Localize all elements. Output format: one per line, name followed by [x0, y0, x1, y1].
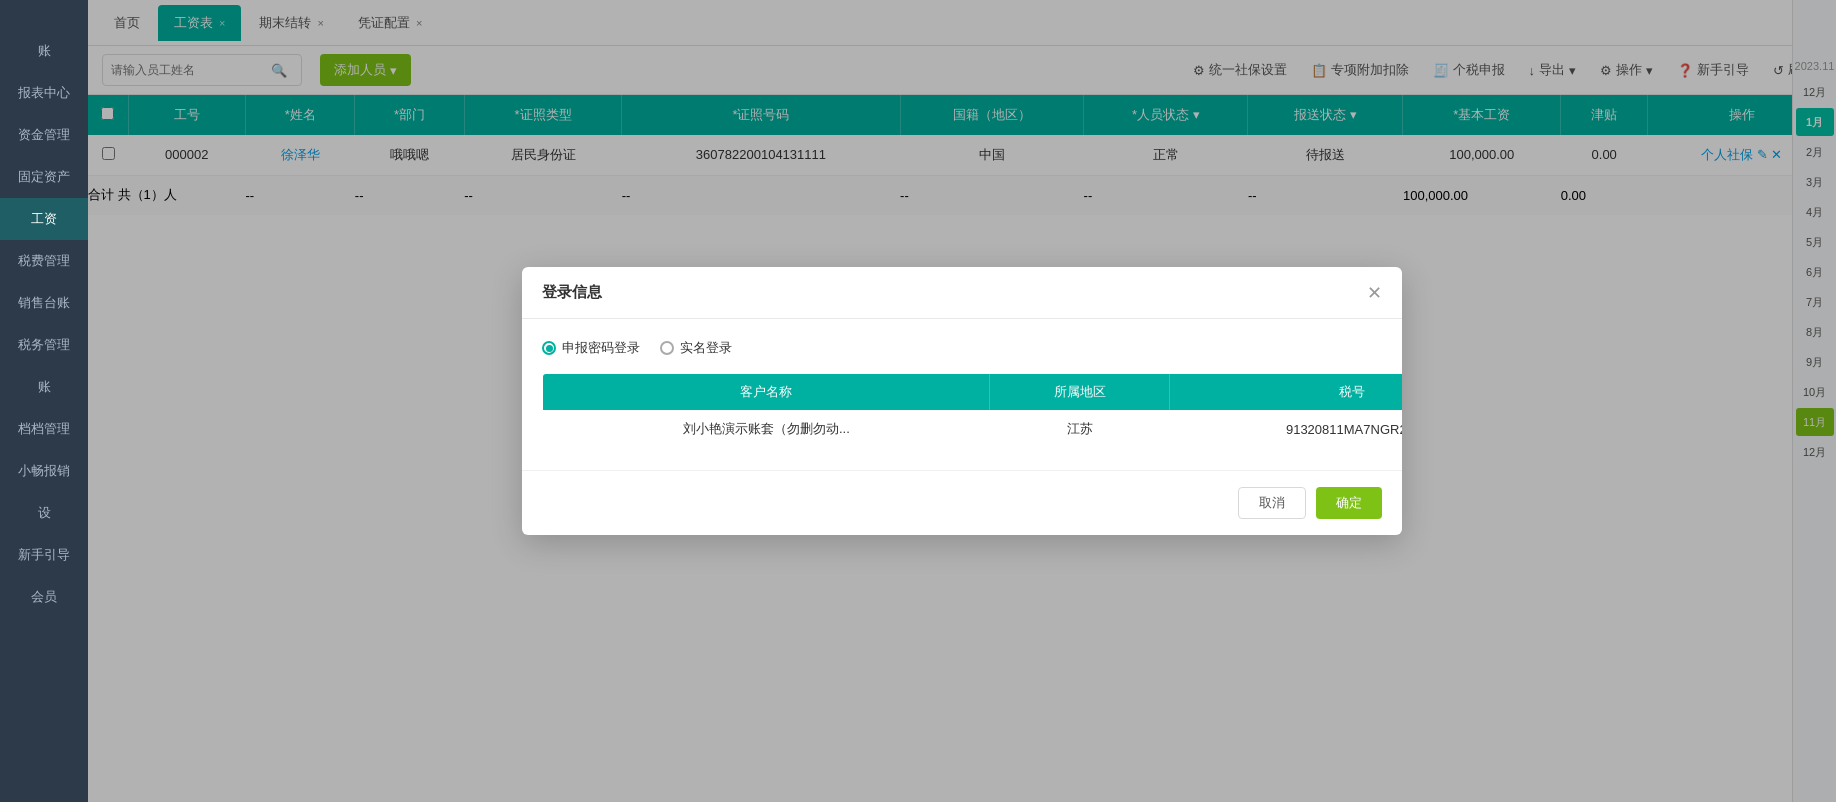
inner-col-taxno: 税号 [1170, 374, 1402, 410]
modal-footer: 取消 确定 [522, 470, 1402, 535]
modal-overlay: 登录信息 ✕ 申报密码登录 实名登录 客户名称 所属 [88, 0, 1836, 802]
radio-password-indicator [542, 341, 556, 355]
inner-cell-name: 刘小艳演示账套（勿删勿动... [543, 410, 990, 450]
inner-cell-region: 江苏 [990, 410, 1170, 450]
sidebar-item-sales[interactable]: 销售台账 [0, 282, 88, 324]
client-table: 客户名称 所属地区 税号 个税密码 刘小艳演示账套（勿删勿动... 江苏 913… [542, 373, 1402, 450]
sidebar-item-file[interactable]: 档档管理 [0, 408, 88, 450]
sidebar-item-expense[interactable]: 小畅报销 [0, 450, 88, 492]
sidebar: 账 报表中心 资金管理 固定资产 工资 税费管理 销售台账 税务管理 账 档档管… [0, 0, 88, 802]
sidebar-item-taxfee[interactable]: 税费管理 [0, 240, 88, 282]
sidebar-item-salary[interactable]: 工资 [0, 198, 88, 240]
modal-body: 申报密码登录 实名登录 客户名称 所属地区 税号 个税密码 [522, 319, 1402, 470]
inner-col-region: 所属地区 [990, 374, 1170, 410]
radio-realname-label: 实名登录 [680, 339, 732, 357]
sidebar-item-report[interactable]: 报表中心 [0, 72, 88, 114]
sidebar-item-ledger[interactable]: 账 [0, 366, 88, 408]
inner-table-row: 刘小艳演示账套（勿删勿动... 江苏 91320811MA7NGR2... [543, 410, 1403, 450]
modal-close-button[interactable]: ✕ [1367, 284, 1382, 302]
radio-realname-login[interactable]: 实名登录 [660, 339, 732, 357]
sidebar-item-settings[interactable]: 设 [0, 492, 88, 534]
radio-password-login[interactable]: 申报密码登录 [542, 339, 640, 357]
sidebar-item-assets[interactable]: 固定资产 [0, 156, 88, 198]
cancel-button[interactable]: 取消 [1238, 487, 1306, 519]
inner-cell-taxno: 91320811MA7NGR2... [1170, 410, 1402, 450]
modal-header: 登录信息 ✕ [522, 267, 1402, 319]
sidebar-item-taxadmin[interactable]: 税务管理 [0, 324, 88, 366]
sidebar-item-member[interactable]: 会员 [0, 576, 88, 618]
sidebar-item-accounting[interactable]: 账 [0, 30, 88, 72]
inner-col-name: 客户名称 [543, 374, 990, 410]
radio-password-label: 申报密码登录 [562, 339, 640, 357]
login-modal: 登录信息 ✕ 申报密码登录 实名登录 客户名称 所属 [522, 267, 1402, 535]
modal-title: 登录信息 [542, 283, 602, 302]
confirm-button[interactable]: 确定 [1316, 487, 1382, 519]
inner-table-header: 客户名称 所属地区 税号 个税密码 [543, 374, 1403, 410]
sidebar-item-guide[interactable]: 新手引导 [0, 534, 88, 576]
sidebar-item-fund[interactable]: 资金管理 [0, 114, 88, 156]
radio-realname-indicator [660, 341, 674, 355]
login-type-radio-group: 申报密码登录 实名登录 [542, 339, 1382, 357]
